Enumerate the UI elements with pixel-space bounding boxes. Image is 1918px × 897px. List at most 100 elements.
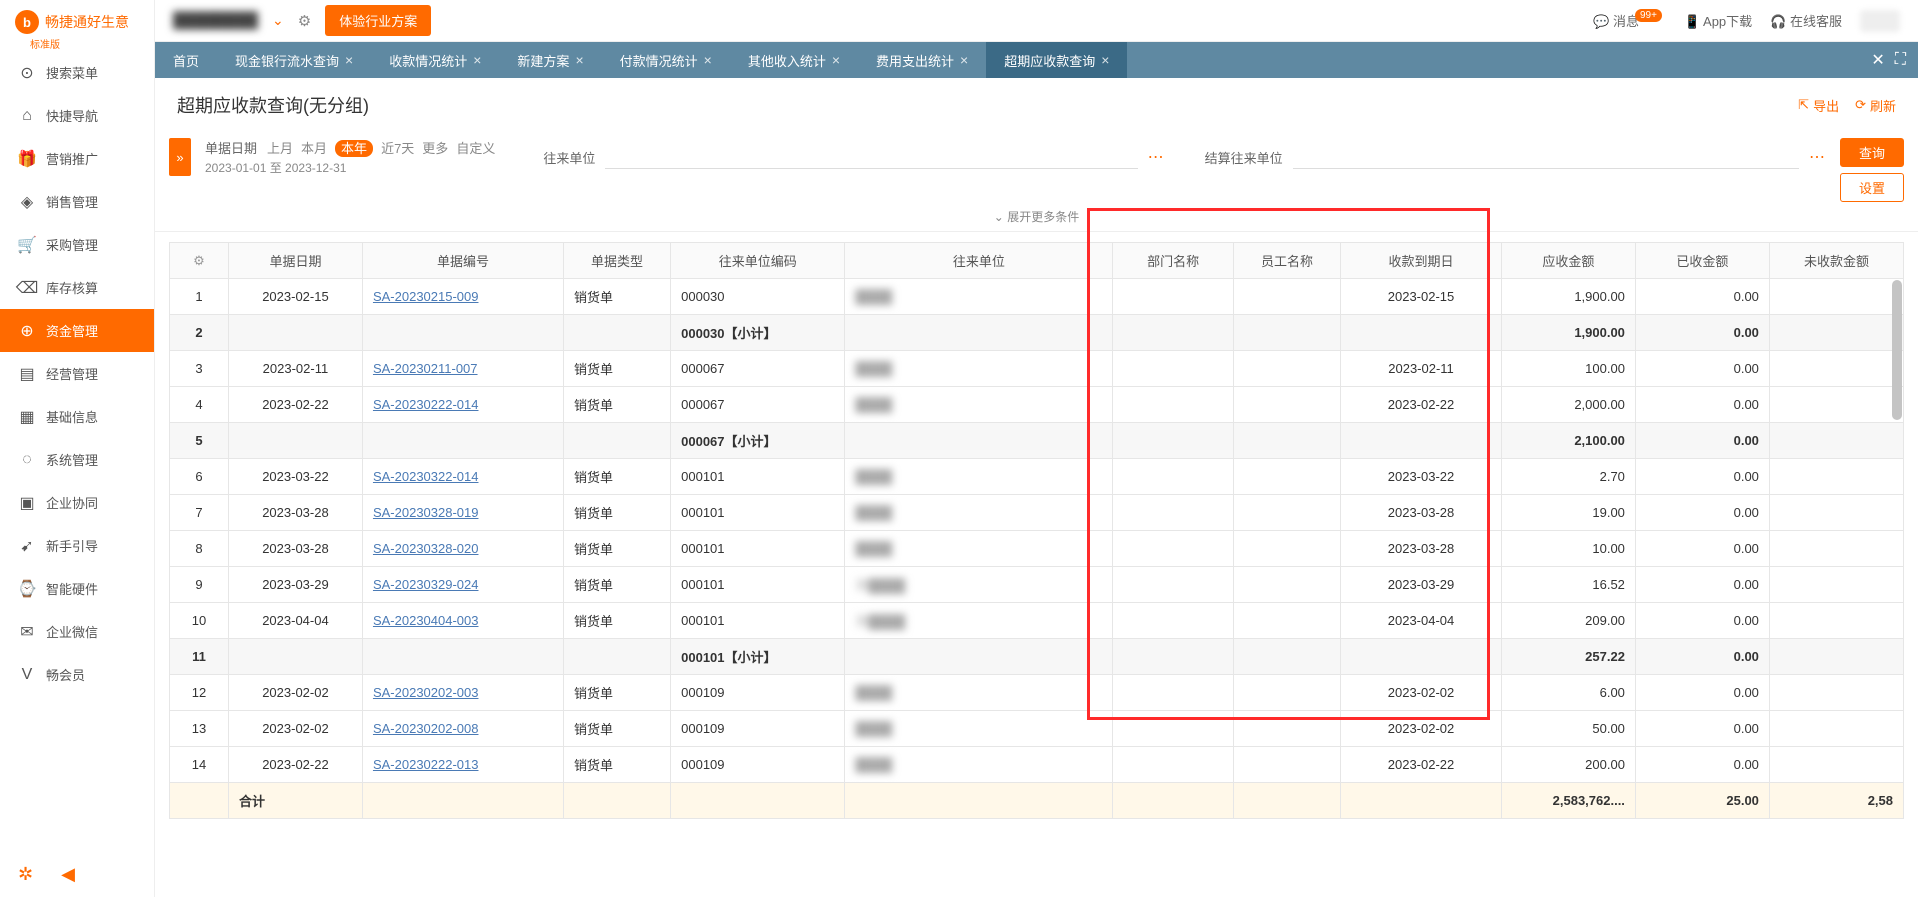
cell-docno[interactable]: SA-20230215-009 (362, 279, 563, 315)
cell-docno[interactable]: SA-20230328-019 (362, 495, 563, 531)
table-gear-icon[interactable]: ⚙ (193, 253, 205, 268)
sidebar-item-9[interactable]: ◌系统管理 (0, 438, 154, 481)
col-header-4[interactable]: 往来单位编码 (671, 243, 845, 279)
export-button[interactable]: ⇱ 导出 (1798, 96, 1839, 115)
sidebar-item-4[interactable]: 🛒采购管理 (0, 223, 154, 266)
tab-4[interactable]: 付款情况统计× (602, 42, 730, 78)
col-header-11[interactable]: 未收款金额 (1769, 243, 1903, 279)
close-icon[interactable]: × (345, 52, 353, 68)
sidebar-item-8[interactable]: ▦基础信息 (0, 395, 154, 438)
date-opt-5[interactable]: 自定义 (456, 141, 495, 156)
messages-link[interactable]: 💬 消息99+ (1593, 11, 1666, 30)
col-header-7[interactable]: 员工名称 (1233, 243, 1340, 279)
col-header-8[interactable]: 收款到期日 (1341, 243, 1502, 279)
col-header-3[interactable]: 单据类型 (563, 243, 670, 279)
date-opt-2[interactable]: 本年 (335, 140, 373, 157)
app-download-link[interactable]: 📱 App下载 (1684, 11, 1752, 30)
subtotal-row[interactable]: 5 000067【小计】 2,100.00 0.00 (170, 423, 1904, 459)
fullscreen-icon[interactable]: ⛶ (1895, 51, 1906, 69)
settings-icon[interactable]: ✲ (18, 864, 33, 885)
sidebar-item-11[interactable]: ➹新手引导 (0, 524, 154, 567)
cell-docno[interactable]: SA-20230328-020 (362, 531, 563, 567)
cell-docno[interactable]: SA-20230322-014 (362, 459, 563, 495)
sidebar-item-13[interactable]: ✉企业微信 (0, 610, 154, 653)
collapse-filter-button[interactable]: » (169, 138, 191, 176)
client-more-icon[interactable]: ⋯ (1148, 147, 1165, 167)
sidebar-item-14[interactable]: V畅会员 (0, 653, 154, 696)
chevron-down-icon[interactable]: ⌄ (272, 12, 284, 29)
subtotal-row[interactable]: 11 000101【小计】 257.22 0.00 (170, 639, 1904, 675)
table-row[interactable]: 9 2023-03-29 SA-20230329-024 销货单 000101 … (170, 567, 1904, 603)
tab-0[interactable]: 首页 (155, 42, 217, 78)
col-header-10[interactable]: 已收金额 (1635, 243, 1769, 279)
avatar[interactable] (1860, 10, 1900, 32)
query-button[interactable]: 查询 (1840, 138, 1904, 167)
expand-conditions-button[interactable]: ⌄ 展开更多条件 (155, 202, 1918, 232)
sidebar-item-0[interactable]: ⊙搜索菜单 (0, 51, 154, 94)
close-icon[interactable]: × (1101, 52, 1109, 68)
try-plan-button[interactable]: 体验行业方案 (325, 5, 431, 36)
cell-docno[interactable]: SA-20230202-008 (362, 711, 563, 747)
cell-docno (362, 423, 563, 459)
tab-1[interactable]: 现金银行流水查询× (217, 42, 371, 78)
sidebar-item-3[interactable]: ◈销售管理 (0, 180, 154, 223)
table-row[interactable]: 3 2023-02-11 SA-20230211-007 销货单 000067 … (170, 351, 1904, 387)
col-header-1[interactable]: 单据日期 (228, 243, 362, 279)
cell-docno[interactable]: SA-20230222-014 (362, 387, 563, 423)
cell-client: 测████ (845, 603, 1113, 639)
table-row[interactable]: 6 2023-03-22 SA-20230322-014 销货单 000101 … (170, 459, 1904, 495)
collapse-icon[interactable]: ◀ (61, 864, 75, 885)
date-opt-4[interactable]: 更多 (422, 141, 448, 156)
close-icon[interactable]: × (960, 52, 968, 68)
tab-2[interactable]: 收款情况统计× (371, 42, 499, 78)
tab-3[interactable]: 新建方案× (499, 42, 601, 78)
table-row[interactable]: 4 2023-02-22 SA-20230222-014 销货单 000067 … (170, 387, 1904, 423)
settle-input[interactable] (1293, 145, 1799, 169)
tab-label: 费用支出统计 (876, 51, 954, 70)
close-all-icon[interactable]: ✕ (1871, 50, 1884, 70)
date-opt-0[interactable]: 上月 (267, 141, 293, 156)
col-header-0[interactable]: ⚙ (170, 243, 229, 279)
col-header-5[interactable]: 往来单位 (845, 243, 1113, 279)
tab-7[interactable]: 超期应收款查询× (986, 42, 1127, 78)
table-row[interactable]: 1 2023-02-15 SA-20230215-009 销货单 000030 … (170, 279, 1904, 315)
cell-docno[interactable]: SA-20230404-003 (362, 603, 563, 639)
total-row: 合计2,583,762....25.002,58 (170, 783, 1904, 819)
date-opt-1[interactable]: 本月 (301, 141, 327, 156)
gear-icon[interactable]: ⚙ (298, 12, 311, 30)
cell-docno[interactable]: SA-20230329-024 (362, 567, 563, 603)
online-service-link[interactable]: 🎧 在线客服 (1770, 11, 1842, 30)
table-row[interactable]: 10 2023-04-04 SA-20230404-003 销货单 000101… (170, 603, 1904, 639)
sidebar-item-2[interactable]: 🎁营销推广 (0, 137, 154, 180)
col-header-2[interactable]: 单据编号 (362, 243, 563, 279)
table-row[interactable]: 14 2023-02-22 SA-20230222-013 销货单 000109… (170, 747, 1904, 783)
table-row[interactable]: 13 2023-02-02 SA-20230202-008 销货单 000109… (170, 711, 1904, 747)
subtotal-row[interactable]: 2 000030【小计】 1,900.00 0.00 (170, 315, 1904, 351)
table-row[interactable]: 12 2023-02-02 SA-20230202-003 销货单 000109… (170, 675, 1904, 711)
refresh-button[interactable]: ⟳ 刷新 (1855, 96, 1896, 115)
sidebar-item-5[interactable]: ⌫库存核算 (0, 266, 154, 309)
settle-more-icon[interactable]: ⋯ (1809, 147, 1826, 167)
client-input[interactable] (605, 145, 1137, 169)
sidebar-item-1[interactable]: ⌂快捷导航 (0, 94, 154, 137)
cell-docno[interactable]: SA-20230211-007 (362, 351, 563, 387)
cell-docno[interactable]: SA-20230222-013 (362, 747, 563, 783)
col-header-9[interactable]: 应收金额 (1501, 243, 1635, 279)
close-icon[interactable]: × (575, 52, 583, 68)
table-row[interactable]: 7 2023-03-28 SA-20230328-019 销货单 000101 … (170, 495, 1904, 531)
close-icon[interactable]: × (832, 52, 840, 68)
sidebar-item-7[interactable]: ▤经营管理 (0, 352, 154, 395)
col-header-6[interactable]: 部门名称 (1113, 243, 1234, 279)
scrollbar-thumb[interactable] (1892, 280, 1902, 420)
date-opt-3[interactable]: 近7天 (381, 141, 414, 156)
tab-6[interactable]: 费用支出统计 × (858, 42, 986, 78)
close-icon[interactable]: × (704, 52, 712, 68)
settings-button[interactable]: 设置 (1840, 173, 1904, 202)
sidebar-item-6[interactable]: ⊕资金管理 (0, 309, 154, 352)
tab-5[interactable]: 其他收入统计× (730, 42, 858, 78)
cell-docno[interactable]: SA-20230202-003 (362, 675, 563, 711)
sidebar-item-12[interactable]: ⌚智能硬件 (0, 567, 154, 610)
table-row[interactable]: 8 2023-03-28 SA-20230328-020 销货单 000101 … (170, 531, 1904, 567)
sidebar-item-10[interactable]: ▣企业协同 (0, 481, 154, 524)
close-icon[interactable]: × (473, 52, 481, 68)
